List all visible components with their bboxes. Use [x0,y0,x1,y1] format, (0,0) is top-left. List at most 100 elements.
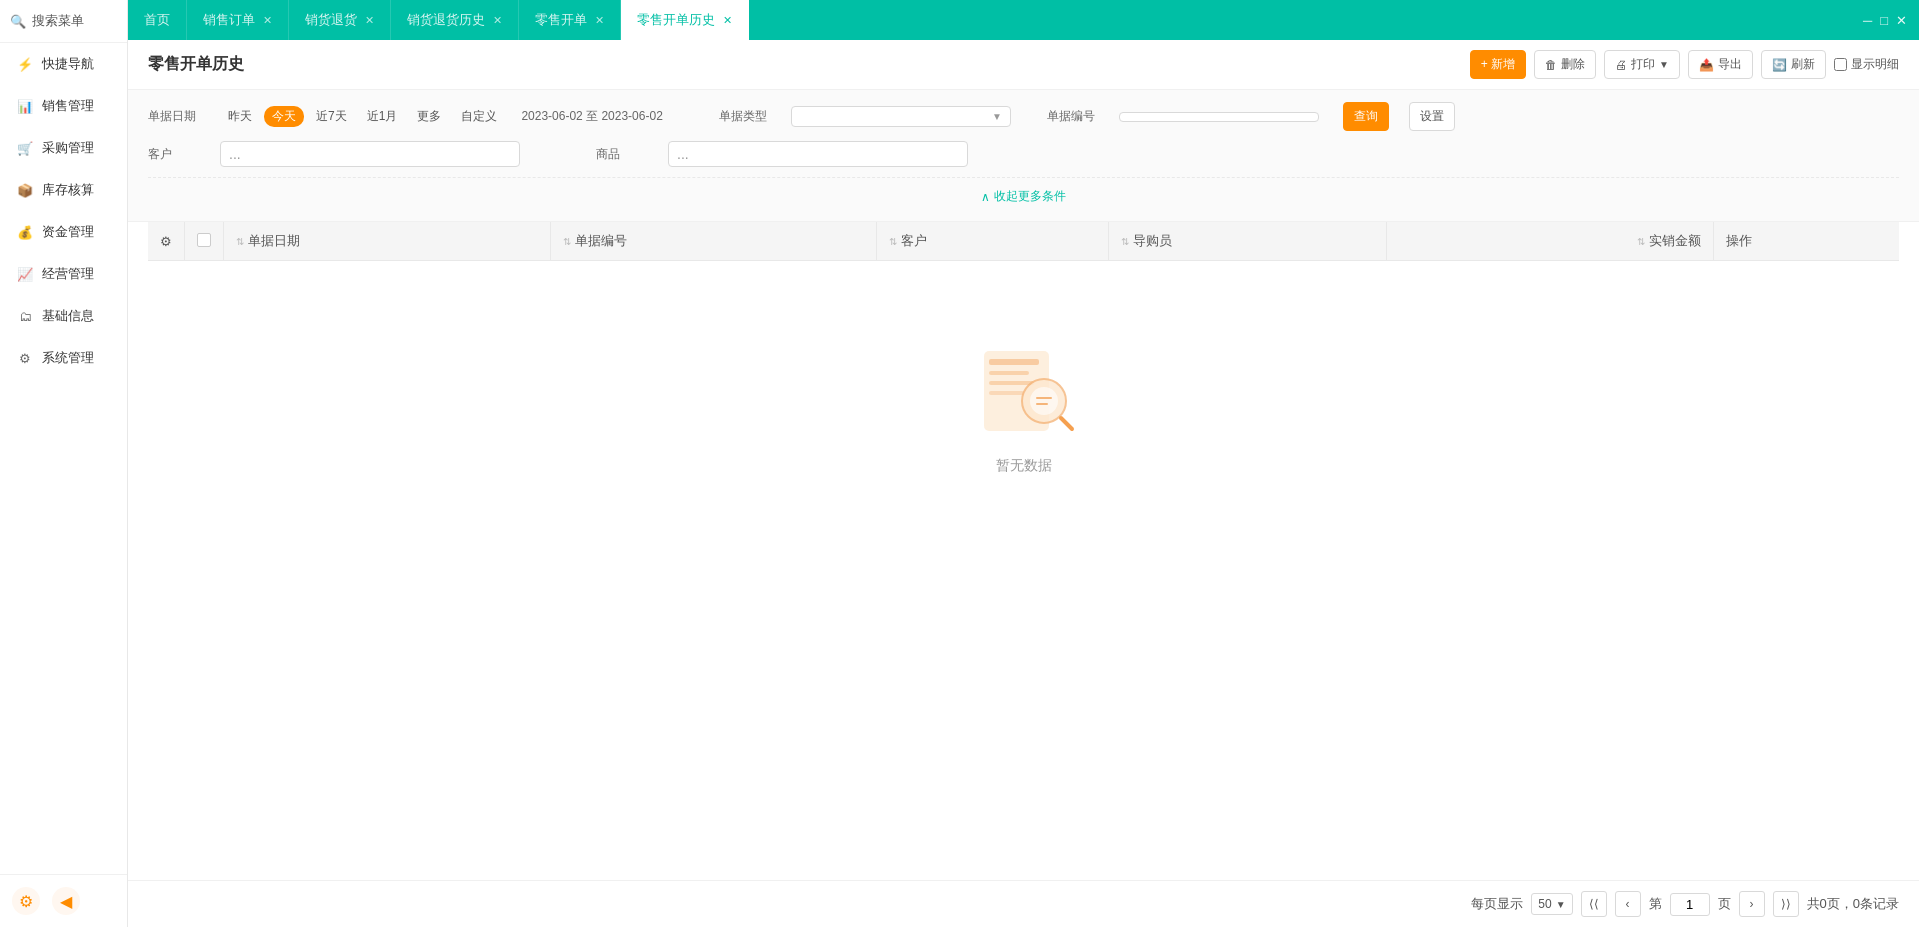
tab-home[interactable]: 首页 [128,0,187,40]
per-page-select[interactable]: 50 ▼ [1531,893,1572,915]
date-btn-1month[interactable]: 近1月 [359,106,406,127]
window-close-icon[interactable]: ✕ [1896,13,1907,28]
display-detail-check[interactable]: 显示明细 [1834,56,1899,73]
goods-dots: ... [677,146,689,162]
sidebar-item-base-info[interactable]: 🗂 基础信息 [0,295,127,337]
tab-retail-open-history[interactable]: 零售开单历史 ✕ [621,0,749,40]
sort-icon-customer[interactable]: ⇅ [889,236,897,247]
date-btn-7days[interactable]: 近7天 [308,106,355,127]
sidebar: 🔍 搜索菜单 ⚡ 快捷导航 📊 销售管理 🛒 采购管理 📦 库存核算 💰 资金管… [0,0,128,927]
sales-icon: 📊 [16,97,34,115]
sort-icon-amount[interactable]: ⇅ [1637,236,1645,247]
tab-retail-open-label: 零售开单 [535,11,587,29]
tab-retail-open-history-close[interactable]: ✕ [723,14,732,27]
tab-retail-open[interactable]: 零售开单 ✕ [519,0,621,40]
customer-dots: ... [229,146,241,162]
refresh-icon: 🔄 [1772,58,1787,72]
sidebar-item-operations[interactable]: 📈 经营管理 [0,253,127,295]
per-page-value: 50 [1538,897,1551,911]
type-select[interactable]: ▼ [791,106,1011,127]
date-btn-custom[interactable]: 自定义 [453,106,505,127]
trash-icon: 🗑 [1545,58,1557,72]
column-action-label: 操作 [1726,233,1752,248]
print-label: 打印 [1631,56,1655,73]
date-label: 单据日期 [148,108,204,125]
date-range-input: 2023-06-02 至 2023-06-02 [521,108,662,125]
sidebar-item-quick-nav[interactable]: ⚡ 快捷导航 [0,43,127,85]
sidebar-item-purchase-mgmt[interactable]: 🛒 采购管理 [0,127,127,169]
next-page-button[interactable]: › [1739,891,1765,917]
sidebar-collapse-button[interactable]: ◀ [52,887,80,915]
select-all-checkbox[interactable] [197,233,211,247]
empty-illustration [964,341,1084,441]
export-button[interactable]: 📤 导出 [1688,50,1753,79]
delete-button[interactable]: 🗑 删除 [1534,50,1596,79]
date-btn-today[interactable]: 今天 [264,106,304,127]
svg-rect-4 [989,391,1024,395]
sidebar-item-finance[interactable]: 💰 资金管理 [0,211,127,253]
tab-sales-order[interactable]: 销售订单 ✕ [187,0,289,40]
column-customer-label: 客户 [901,232,927,250]
column-guide-label: 导购员 [1133,232,1172,250]
tab-sales-return[interactable]: 销货退货 ✕ [289,0,391,40]
first-page-button[interactable]: ⟨⟨ [1581,891,1607,917]
tab-retail-open-close[interactable]: ✕ [595,14,604,27]
content-area: 零售开单历史 + 新增 🗑 删除 🖨 打印 ▼ 📤 导出 🔄 [128,40,1919,927]
sort-icon-guide[interactable]: ⇅ [1121,236,1129,247]
tab-sales-order-close[interactable]: ✕ [263,14,272,27]
tab-sales-return-history[interactable]: 销货退货历史 ✕ [391,0,519,40]
tab-sales-return-history-close[interactable]: ✕ [493,14,502,27]
number-input[interactable] [1119,112,1319,122]
sidebar-gear-button[interactable]: ⚙ [12,887,40,915]
number-label: 单据编号 [1047,108,1103,125]
filter-area: 单据日期 昨天 今天 近7天 近1月 更多 自定义 2023-06-02 至 2… [128,90,1919,222]
main-area: 首页 销售订单 ✕ 销货退货 ✕ 销货退货历史 ✕ 零售开单 ✕ 零售开单历史 … [128,0,1919,927]
search-icon: 🔍 [10,14,26,29]
total-label: 共0页，0条记录 [1807,895,1899,913]
inventory-icon: 📦 [16,181,34,199]
add-button[interactable]: + 新增 [1470,50,1526,79]
sidebar-item-label: 系统管理 [42,349,94,367]
prev-page-button[interactable]: ‹ [1615,891,1641,917]
refresh-label: 刷新 [1791,56,1815,73]
page-title: 零售开单历史 [148,54,244,75]
column-check[interactable] [185,222,224,261]
page-number-input[interactable] [1670,893,1710,916]
sidebar-item-sales-mgmt[interactable]: 📊 销售管理 [0,85,127,127]
svg-line-7 [1061,418,1072,429]
sort-icon-date[interactable]: ⇅ [236,236,244,247]
refresh-button[interactable]: 🔄 刷新 [1761,50,1826,79]
sort-icon-number[interactable]: ⇅ [563,236,571,247]
column-amount-label: 实销金额 [1649,232,1701,250]
tab-sales-return-history-label: 销货退货历史 [407,11,485,29]
sidebar-item-inventory[interactable]: 📦 库存核算 [0,169,127,211]
customer-input[interactable]: ... [220,141,520,167]
per-page-label: 每页显示 [1471,895,1523,913]
display-detail-checkbox[interactable] [1834,58,1847,71]
operations-icon: 📈 [16,265,34,283]
filter-row-2: 客户 ... 商品 ... [148,141,1899,167]
window-minimize-icon[interactable]: ─ [1863,13,1872,28]
last-page-button[interactable]: ⟩⟩ [1773,891,1799,917]
collapse-button[interactable]: ∧ 收起更多条件 [969,184,1078,209]
date-btn-more[interactable]: 更多 [409,106,449,127]
query-button[interactable]: 查询 [1343,102,1389,131]
window-maximize-icon[interactable]: □ [1880,13,1888,28]
date-btn-yesterday[interactable]: 昨天 [220,106,260,127]
sidebar-item-sys-mgmt[interactable]: ⚙ 系统管理 [0,337,127,379]
column-number: ⇅ 单据编号 [550,222,877,261]
tab-sales-return-close[interactable]: ✕ [365,14,374,27]
export-icon: 📤 [1699,58,1714,72]
empty-state-row: 暂无数据 [148,261,1899,556]
column-gear[interactable]: ⚙ [148,222,185,261]
goods-input[interactable]: ... [668,141,968,167]
empty-state-cell: 暂无数据 [148,261,1899,556]
type-chevron-icon: ▼ [992,111,1002,122]
settings-button[interactable]: 设置 [1409,102,1455,131]
print-button[interactable]: 🖨 打印 ▼ [1604,50,1680,79]
sidebar-item-label: 基础信息 [42,307,94,325]
sidebar-item-label: 快捷导航 [42,55,94,73]
sidebar-search[interactable]: 🔍 搜索菜单 [0,0,127,43]
delete-label: 删除 [1561,56,1585,73]
per-page-chevron: ▼ [1556,899,1566,910]
